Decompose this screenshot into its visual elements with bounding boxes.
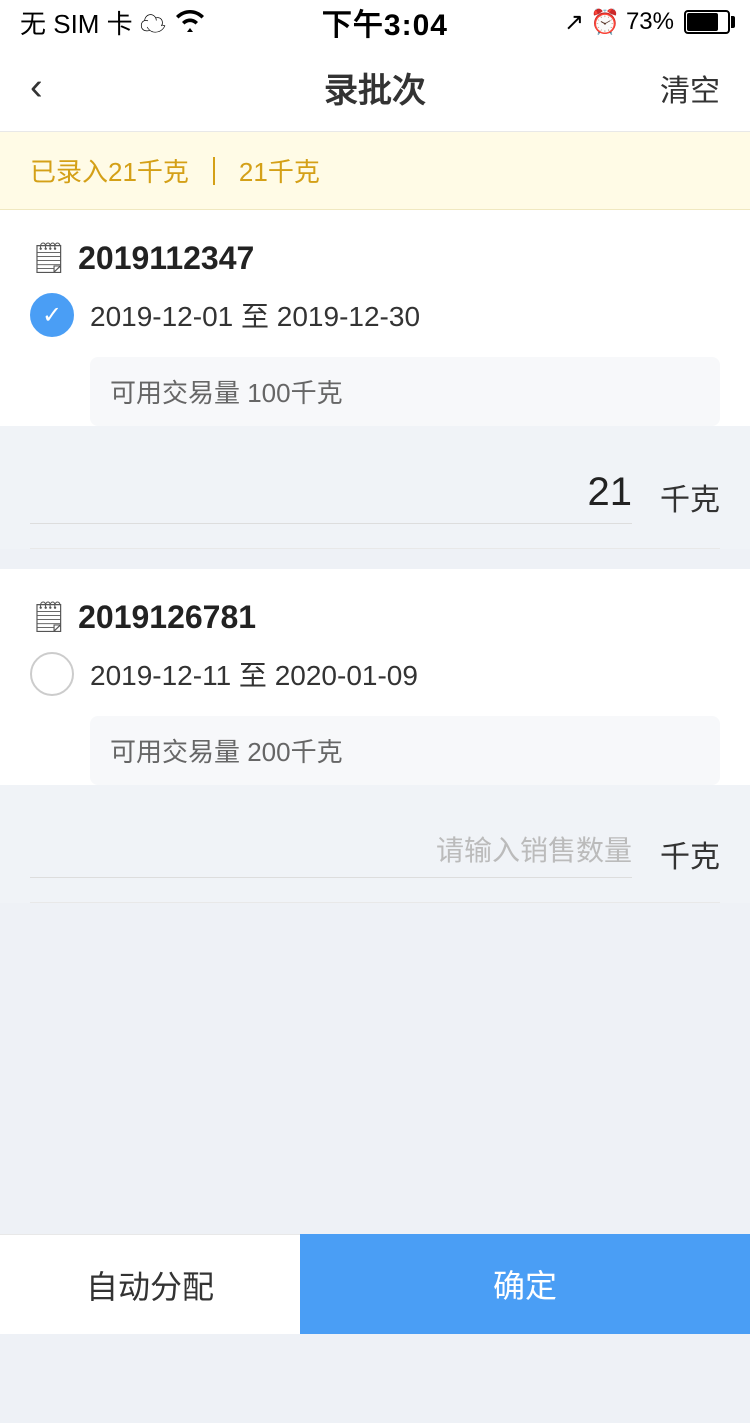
status-bar: 无 SIM 卡 ☁ 下午3:04 ↗ ⏰ 73% <box>0 0 750 44</box>
nav-bar: ‹ 录批次 清空 <box>0 44 750 132</box>
recorded-label: 已录入21千克 <box>30 152 189 189</box>
batch1-qty-unit: 千克 <box>660 475 720 519</box>
auto-distribute-button[interactable]: 自动分配 <box>0 1234 300 1334</box>
alarm-icon: ⏰ <box>590 8 620 37</box>
batch2-doc-icon: 🗒 <box>30 600 68 635</box>
clear-button[interactable]: 清空 <box>660 66 720 110</box>
info-banner: 已录入21千克 21千克 <box>0 132 750 210</box>
status-right: ↗ ⏰ 73% <box>564 8 730 37</box>
batch1-header: 🗒 2019112347 <box>30 240 720 277</box>
batch1-doc-icon: 🗒 <box>30 241 68 276</box>
wifi-icon <box>174 10 206 34</box>
batch1-qty-row: 千克 <box>0 450 750 524</box>
confirm-button[interactable]: 确定 <box>300 1234 750 1334</box>
batch2-qty-unit: 千克 <box>660 832 720 876</box>
batch1-qty-input[interactable] <box>512 470 632 515</box>
back-button[interactable]: ‹ <box>30 66 90 109</box>
batch1-id: 2019112347 <box>78 240 254 277</box>
recorded-value: 21千克 <box>239 152 320 189</box>
batch-item-1: 🗒 2019112347 ✓ 2019-12-01 至 2019-12-30 可… <box>0 210 750 426</box>
batch1-qty-wrapper <box>30 470 632 524</box>
status-time: 下午3:04 <box>322 0 448 44</box>
batch2-date-row: 2019-12-11 至 2020-01-09 <box>30 652 720 696</box>
battery-percent: 73% <box>626 8 674 36</box>
batch2-date: 2019-12-11 至 2020-01-09 <box>90 654 418 694</box>
page-title: 录批次 <box>324 63 426 112</box>
bottom-empty-area <box>0 903 750 1423</box>
section-gap-1 <box>0 549 750 569</box>
bottom-buttons: 自动分配 确定 <box>0 1234 750 1334</box>
batch2-qty-placeholder: 请输入销售数量 <box>436 829 632 869</box>
batch-item-2: 🗒 2019126781 2019-12-11 至 2020-01-09 可用交… <box>0 569 750 785</box>
batch2-avail: 可用交易量 200千克 <box>90 716 720 785</box>
battery-icon <box>684 10 730 34</box>
status-left: 无 SIM 卡 ☁ <box>20 4 206 41</box>
batch2-qty-wrapper: 请输入销售数量 <box>30 829 632 878</box>
location-icon: ↗ <box>564 8 584 37</box>
no-sim-label: 无 SIM 卡 ☁ <box>20 4 166 41</box>
batch1-date-row: ✓ 2019-12-01 至 2019-12-30 <box>30 293 720 337</box>
info-divider <box>213 157 215 185</box>
check-icon: ✓ <box>42 301 62 330</box>
batch2-header: 🗒 2019126781 <box>30 599 720 636</box>
batch2-radio[interactable] <box>30 652 74 696</box>
batch1-radio[interactable]: ✓ <box>30 293 74 337</box>
batch1-date: 2019-12-01 至 2019-12-30 <box>90 295 420 335</box>
batch2-id: 2019126781 <box>78 599 256 636</box>
batch2-qty-row: 请输入销售数量 千克 <box>0 809 750 878</box>
batch1-avail: 可用交易量 100千克 <box>90 357 720 426</box>
